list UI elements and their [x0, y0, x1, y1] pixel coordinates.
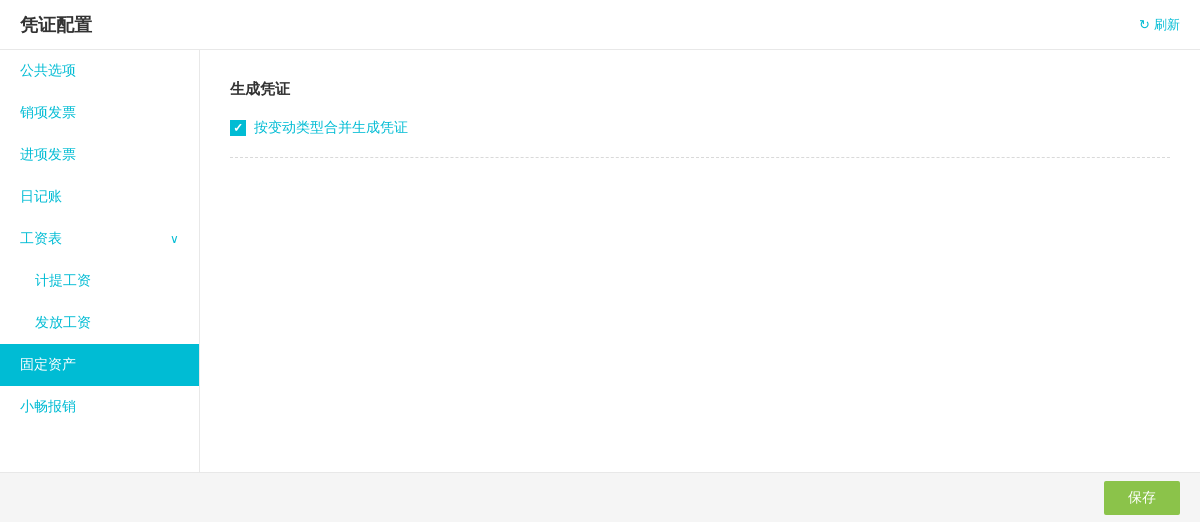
sidebar-item-label: 日记账: [20, 188, 62, 206]
sidebar-item-fixed-assets[interactable]: 固定资产: [0, 344, 199, 386]
sidebar-item-label: 固定资产: [20, 356, 76, 374]
sidebar-item-label: 销项发票: [20, 104, 76, 122]
page-title: 凭证配置: [20, 13, 92, 37]
refresh-icon: ↻: [1139, 17, 1150, 32]
footer: 保存: [0, 472, 1200, 522]
sidebar-item-journal[interactable]: 日记账: [0, 176, 199, 218]
sidebar-item-label: 小畅报销: [20, 398, 76, 416]
sidebar-item-label: 进项发票: [20, 146, 76, 164]
checkbox-label: 按变动类型合并生成凭证: [254, 119, 408, 137]
sidebar-item-label: 计提工资: [35, 272, 91, 290]
sidebar-item-expense[interactable]: 小畅报销: [0, 386, 199, 428]
sidebar-item-payroll[interactable]: 工资表 ∨: [0, 218, 199, 260]
sidebar-item-payroll-calc[interactable]: 计提工资: [0, 260, 199, 302]
merge-checkbox[interactable]: [230, 120, 246, 136]
sidebar-item-sales-invoice[interactable]: 销项发票: [0, 92, 199, 134]
refresh-label: 刷新: [1154, 16, 1180, 34]
section-title: 生成凭证: [230, 80, 1170, 99]
sidebar-item-label: 工资表: [20, 230, 62, 248]
body: 公共选项销项发票进项发票日记账工资表 ∨ 计提工资发放工资固定资产小畅报销 生成凭证…: [0, 50, 1200, 472]
sidebar: 公共选项销项发票进项发票日记账工资表 ∨ 计提工资发放工资固定资产小畅报销: [0, 50, 200, 472]
sidebar-item-label: 公共选项: [20, 62, 76, 80]
checkbox-row: 按变动类型合并生成凭证: [230, 119, 1170, 137]
sidebar-item-purchase-invoice[interactable]: 进项发票: [0, 134, 199, 176]
header: 凭证配置 ↻ 刷新: [0, 0, 1200, 50]
sidebar-item-public-options[interactable]: 公共选项: [0, 50, 199, 92]
sidebar-item-label: 发放工资: [35, 314, 91, 332]
chevron-down-icon: ∨: [170, 232, 179, 246]
main-content: 生成凭证 按变动类型合并生成凭证: [200, 50, 1200, 472]
save-button[interactable]: 保存: [1104, 481, 1180, 515]
refresh-button[interactable]: ↻ 刷新: [1139, 16, 1180, 34]
sidebar-item-payroll-pay[interactable]: 发放工资: [0, 302, 199, 344]
divider: [230, 157, 1170, 158]
